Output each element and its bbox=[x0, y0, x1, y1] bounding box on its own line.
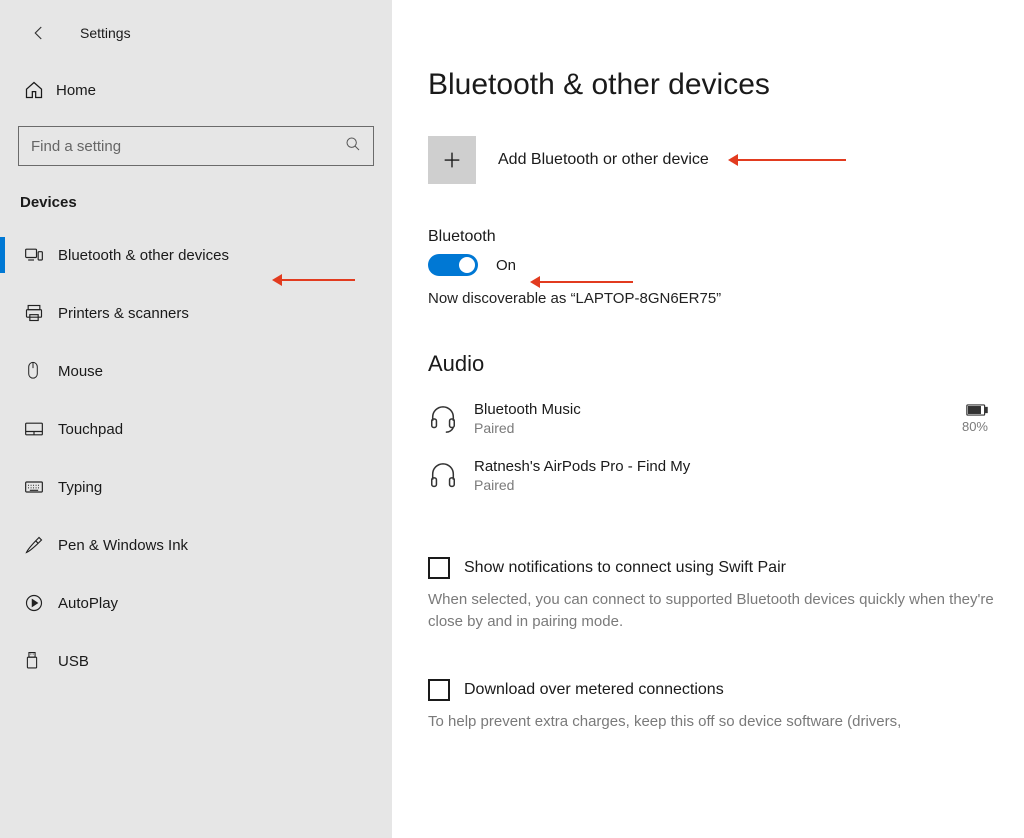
sidebar: Settings Home Devices Bluetooth & other … bbox=[0, 0, 392, 838]
home-label: Home bbox=[56, 82, 96, 99]
sidebar-item-usb[interactable]: USB bbox=[0, 635, 392, 687]
swift-pair-desc: When selected, you can connect to suppor… bbox=[428, 589, 994, 633]
plus-icon bbox=[441, 149, 463, 171]
sidebar-item-typing[interactable]: Typing bbox=[0, 461, 392, 513]
mouse-icon bbox=[24, 361, 42, 381]
bluetooth-section: Bluetooth On Now discoverable as “LAPTOP… bbox=[428, 228, 994, 307]
keyboard-icon bbox=[24, 480, 44, 494]
add-device-button[interactable] bbox=[428, 136, 476, 184]
bluetooth-toggle-state: On bbox=[496, 257, 516, 274]
home-link[interactable]: Home bbox=[0, 68, 392, 112]
sidebar-item-touchpad[interactable]: Touchpad bbox=[0, 403, 392, 455]
search-input[interactable] bbox=[31, 138, 345, 155]
devices-icon bbox=[24, 245, 44, 265]
device-item[interactable]: Bluetooth Music Paired 80% bbox=[428, 395, 994, 452]
page-title: Bluetooth & other devices bbox=[428, 68, 994, 102]
back-button[interactable] bbox=[22, 16, 56, 50]
discoverable-text: Now discoverable as “LAPTOP-8GN6ER75” bbox=[428, 290, 994, 307]
swift-pair-checkbox[interactable] bbox=[428, 557, 450, 579]
sidebar-item-label: Touchpad bbox=[58, 421, 123, 438]
bluetooth-label: Bluetooth bbox=[428, 228, 994, 246]
sidebar-item-label: USB bbox=[58, 653, 89, 670]
battery-percent: 80% bbox=[962, 419, 988, 434]
window-title: Settings bbox=[80, 25, 131, 41]
section-title: Devices bbox=[0, 188, 392, 229]
swift-pair-section: Show notifications to connect using Swif… bbox=[428, 557, 994, 732]
touchpad-icon bbox=[24, 421, 44, 437]
metered-label: Download over metered connections bbox=[464, 681, 724, 699]
battery-icon bbox=[962, 404, 988, 419]
bluetooth-toggle[interactable] bbox=[428, 254, 478, 276]
device-name: Ratnesh's AirPods Pro - Find My bbox=[474, 458, 994, 475]
pen-icon bbox=[24, 535, 44, 555]
usb-icon bbox=[24, 651, 40, 671]
headphones-icon bbox=[428, 461, 458, 491]
sidebar-item-label: AutoPlay bbox=[58, 595, 118, 612]
add-device-row[interactable]: Add Bluetooth or other device bbox=[428, 136, 994, 184]
device-status: Paired bbox=[474, 477, 994, 493]
swift-pair-label: Show notifications to connect using Swif… bbox=[464, 559, 786, 577]
metered-checkbox[interactable] bbox=[428, 679, 450, 701]
sidebar-item-label: Mouse bbox=[58, 363, 103, 380]
headset-icon bbox=[428, 404, 458, 434]
main-pane: Bluetooth & other devices Add Bluetooth … bbox=[392, 0, 1024, 838]
search-box[interactable] bbox=[18, 126, 374, 166]
search-container bbox=[18, 126, 374, 166]
nav-list: Bluetooth & other devices Printers & sca… bbox=[0, 229, 392, 693]
sidebar-item-label: Bluetooth & other devices bbox=[58, 247, 229, 264]
sidebar-item-autoplay[interactable]: AutoPlay bbox=[0, 577, 392, 629]
autoplay-icon bbox=[24, 593, 44, 613]
printer-icon bbox=[24, 303, 44, 323]
sidebar-item-mouse[interactable]: Mouse bbox=[0, 345, 392, 397]
sidebar-item-label: Typing bbox=[58, 479, 102, 496]
metered-desc: To help prevent extra charges, keep this… bbox=[428, 711, 994, 733]
search-icon bbox=[345, 136, 361, 156]
audio-section-title: Audio bbox=[428, 351, 994, 377]
sidebar-item-label: Printers & scanners bbox=[58, 305, 189, 322]
topbar: Settings bbox=[0, 10, 392, 68]
home-icon bbox=[24, 80, 44, 100]
device-battery: 80% bbox=[962, 404, 988, 434]
sidebar-item-pen[interactable]: Pen & Windows Ink bbox=[0, 519, 392, 571]
sidebar-item-printers[interactable]: Printers & scanners bbox=[0, 287, 392, 339]
device-name: Bluetooth Music bbox=[474, 401, 962, 418]
device-item[interactable]: Ratnesh's AirPods Pro - Find My Paired bbox=[428, 452, 994, 509]
device-status: Paired bbox=[474, 420, 962, 436]
sidebar-item-label: Pen & Windows Ink bbox=[58, 537, 188, 554]
add-device-label: Add Bluetooth or other device bbox=[498, 151, 709, 169]
arrow-left-icon bbox=[30, 24, 48, 42]
sidebar-item-bluetooth[interactable]: Bluetooth & other devices bbox=[0, 229, 392, 281]
